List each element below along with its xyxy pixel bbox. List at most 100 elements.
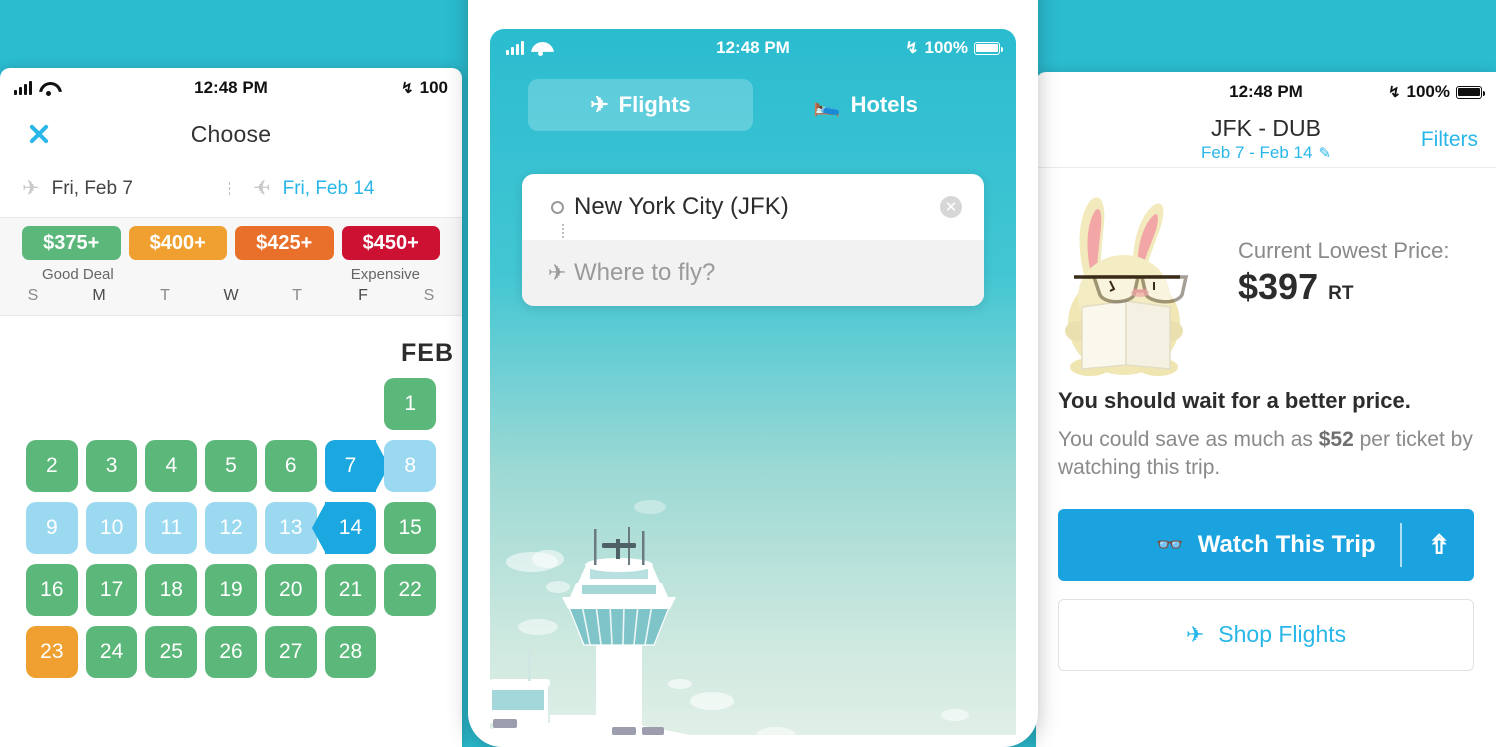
calendar-day-number: 13 [279, 516, 303, 539]
destination-field[interactable]: ✈ Where to fly? [522, 240, 984, 306]
origin-value: New York City (JFK) [574, 193, 789, 220]
advice-body-part1: You could save as much as [1058, 428, 1319, 451]
legend-labels: Good Deal Expensive [0, 260, 462, 283]
price-chip: $425+ [235, 226, 334, 260]
price-summary-row: Current Lowest Price: $397 RT [1058, 186, 1474, 382]
date-range-block[interactable]: Feb 7 - Feb 14 ✎ [1201, 143, 1331, 163]
calendar-day-cell[interactable]: 7 [324, 440, 389, 492]
dow-thu: T [292, 287, 302, 304]
price-chip-row: $375+ $400+ $425+ $450+ [0, 226, 462, 260]
close-icon[interactable] [26, 121, 52, 147]
calendar-day-cell[interactable]: 23 [26, 626, 78, 678]
calendar-day-number: 9 [46, 516, 58, 539]
filters-button[interactable]: Filters [1421, 128, 1478, 152]
calendar-week-row: 16 17 18 19 20 21 22 [0, 564, 462, 616]
calendar-day-cell[interactable]: 10 [85, 502, 138, 554]
route-label: JFK - DUB [1211, 114, 1321, 141]
clear-circle-icon[interactable]: ✕ [940, 196, 962, 218]
price-prediction-panel: 12:48 PM ↯ 100% JFK - DUB Feb 7 - Feb 14… [1036, 72, 1496, 747]
date-range-label: Feb 7 - Feb 14 [1200, 143, 1313, 163]
depart-date-field[interactable]: ✈ Fri, Feb 7 [0, 176, 231, 201]
watch-this-trip-button[interactable]: 👓 Watch This Trip ⇮ [1058, 508, 1474, 581]
price-unit: RT [1328, 283, 1354, 304]
search-card: New York City (JFK) ✕ ✈ Where to fly? [522, 174, 984, 306]
calendar-day-cell[interactable]: 3 [85, 440, 138, 492]
month-header: FEB [0, 316, 462, 372]
calendar-day-cell[interactable]: 16 [26, 564, 78, 616]
calendar-day-cell[interactable]: 19 [205, 564, 257, 616]
calendar-day-cell[interactable]: 15 [384, 502, 437, 554]
share-icon[interactable]: ⇮ [1428, 529, 1450, 560]
tab-flights[interactable]: ✈ Flights [528, 79, 753, 131]
calendar-day-number: 24 [99, 640, 124, 663]
calendar-day-cell[interactable]: 4 [145, 440, 198, 492]
phone-screen: 12:48 PM ↯ 100% ✈ Flights 🛌 Hotels New Y… [490, 29, 1016, 747]
calendar-picker-panel: 12:48 PM ↯ 100 Choose ✈ Fri, Feb 7 ✈ Fri… [0, 68, 462, 747]
plane-return-icon: ✈ [253, 177, 271, 200]
center-battery-percent: 100% [924, 38, 968, 57]
calendar-day-cell[interactable]: 12 [205, 502, 257, 554]
calendar-day-cell[interactable]: 28 [324, 626, 377, 678]
price-chip: $450+ [341, 226, 440, 260]
calendar-day-number: 28 [338, 640, 363, 663]
shop-flights-label: Shop Flights [1218, 621, 1347, 648]
route-block[interactable]: JFK - DUB Feb 7 - Feb 14 ✎ [1201, 116, 1331, 163]
calendar-day-cell[interactable]: 5 [205, 440, 257, 492]
left-battery-percent: 100 [419, 78, 448, 97]
calendar-day-number: 2 [46, 454, 58, 477]
depart-date-label: Fri, Feb 7 [51, 177, 133, 199]
left-nav-bar: Choose [0, 108, 462, 160]
pencil-icon[interactable]: ✎ [1318, 144, 1331, 162]
calendar-day-cell[interactable]: 24 [85, 626, 138, 678]
calendar-day-number: 1 [404, 392, 417, 415]
center-status-right: ↯ 100% [905, 38, 1004, 58]
bluetooth-icon: ↯ [905, 40, 919, 57]
tab-hotels-label: Hotels [850, 92, 918, 117]
advice-block: You should wait for a better price. You … [1058, 382, 1474, 483]
calendar-day-cell[interactable]: 2 [26, 440, 78, 492]
center-status-left [506, 40, 548, 56]
price-chip: $400+ [128, 226, 227, 260]
trip-legs-row: ✈ Fri, Feb 7 ✈ Fri, Feb 14 [0, 160, 462, 218]
destination-placeholder: Where to fly? [574, 259, 716, 286]
tab-hotels[interactable]: 🛌 Hotels [753, 79, 978, 131]
bed-icon: 🛌 [813, 92, 841, 117]
calendar-day-number: 23 [40, 640, 64, 663]
calendar-day-cell[interactable]: 13 [264, 502, 317, 554]
origin-field[interactable]: New York City (JFK) ✕ [522, 174, 984, 240]
calendar-cell-empty [205, 378, 257, 430]
current-lowest-price-label: Current Lowest Price: [1238, 238, 1450, 263]
calendar-grid: 1 2 3 4 5 6 7 8 9 10 11 12 13 14 15 16 17 18 19 20 21 22 23 24 2… [0, 372, 462, 678]
calendar-day-number: 8 [404, 454, 417, 477]
center-status-bar: 12:48 PM ↯ 100% [490, 29, 1016, 67]
calendar-day-number: 15 [398, 516, 422, 539]
right-body: Current Lowest Price: $397 RT You should… [1036, 168, 1496, 671]
calendar-day-cell[interactable]: 14 [311, 502, 377, 554]
calendar-day-cell[interactable]: 22 [384, 564, 437, 616]
price-amount: $397 [1238, 266, 1319, 307]
airport-control-tower-illustration [490, 500, 1016, 747]
calendar-week-row: 2 3 4 5 6 7 8 [0, 440, 462, 492]
calendar-day-cell[interactable]: 6 [264, 440, 317, 492]
price-text-block: Current Lowest Price: $397 RT [1238, 238, 1450, 330]
calendar-day-cell[interactable]: 9 [26, 502, 78, 554]
return-date-field[interactable]: ✈ Fri, Feb 14 [229, 176, 462, 201]
battery-icon [1456, 85, 1486, 99]
calendar-day-cell[interactable]: 25 [145, 626, 198, 678]
calendar-day-cell[interactable]: 21 [324, 564, 377, 616]
calendar-day-cell[interactable]: 8 [384, 440, 437, 492]
plane-icon: ✈ [547, 260, 567, 285]
shop-flights-button[interactable]: ✈ Shop Flights [1058, 598, 1474, 671]
calendar-day-cell[interactable]: 20 [264, 564, 317, 616]
calendar-day-cell[interactable]: 18 [145, 564, 198, 616]
left-status-bar: 12:48 PM ↯ 100 [0, 68, 462, 108]
advice-body: You could save as much as $52 per ticket… [1058, 426, 1474, 483]
calendar-day-cell[interactable]: 26 [205, 626, 257, 678]
calendar-day-cell[interactable]: 17 [85, 564, 138, 616]
calendar-day-cell[interactable]: 27 [264, 626, 317, 678]
calendar-day-cell[interactable]: 1 [384, 378, 437, 430]
left-status-left [14, 80, 56, 96]
wifi-icon [531, 42, 548, 56]
calendar-day-cell[interactable]: 11 [145, 502, 198, 554]
calendar-day-number: 4 [165, 454, 178, 477]
